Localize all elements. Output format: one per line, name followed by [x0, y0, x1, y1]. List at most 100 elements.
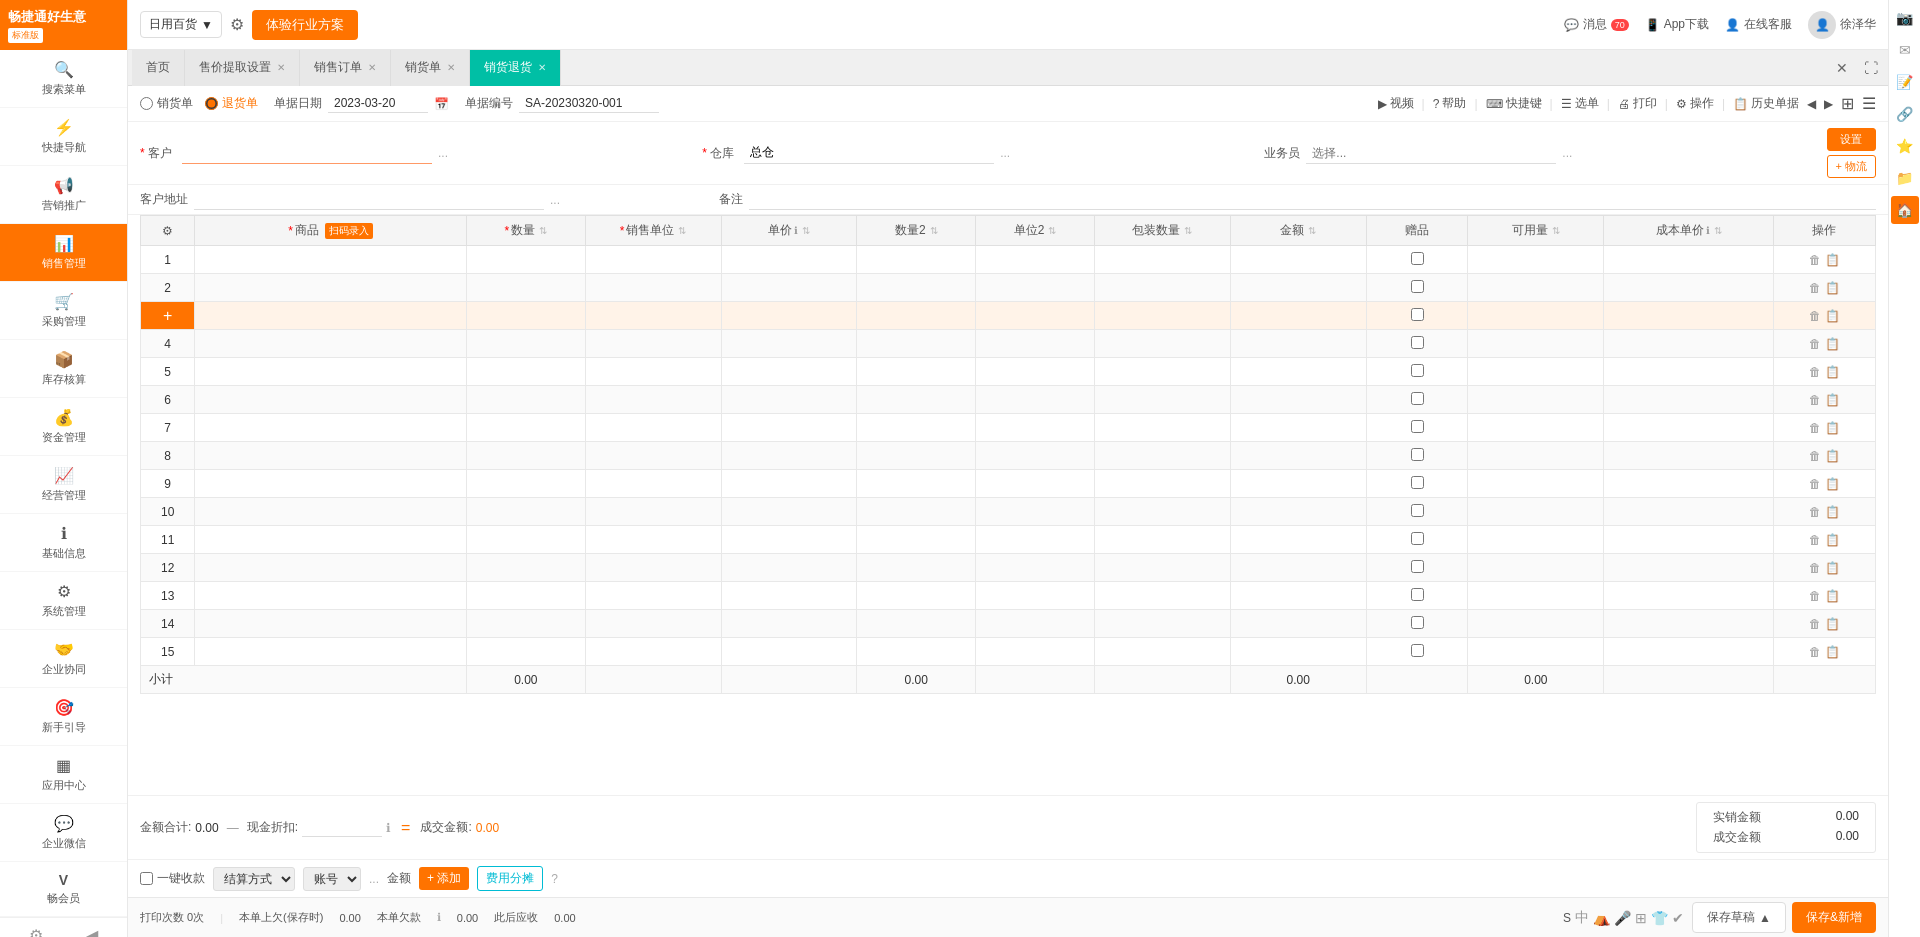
add-payment-button[interactable]: + 添加	[419, 867, 469, 890]
a9[interactable]	[1230, 470, 1366, 498]
tab-sales-return[interactable]: 销货退货 ✕	[470, 50, 561, 86]
unit-input-1[interactable]	[590, 253, 717, 267]
expense-split-button[interactable]: 费用分摊	[477, 866, 543, 891]
del8[interactable]: 🗑	[1809, 449, 1821, 463]
cpy13[interactable]: 📋	[1825, 589, 1840, 603]
cpy11[interactable]: 📋	[1825, 533, 1840, 547]
gift-cell-7[interactable]	[1366, 414, 1468, 442]
date-input[interactable]	[328, 94, 428, 113]
del6[interactable]: 🗑	[1809, 393, 1821, 407]
tab-sales-order[interactable]: 销售订单 ✕	[300, 50, 391, 86]
pr10[interactable]	[721, 498, 857, 526]
gift-checkbox-12[interactable]	[1411, 560, 1424, 573]
account-dots[interactable]: ...	[369, 872, 379, 886]
q26[interactable]	[857, 386, 976, 414]
gift-checkbox-3[interactable]	[1411, 308, 1424, 321]
a14[interactable]	[1230, 610, 1366, 638]
sidebar-collapse-icon[interactable]: ◀	[86, 926, 98, 937]
q4[interactable]	[466, 330, 585, 358]
gift-checkbox-7[interactable]	[1411, 420, 1424, 433]
pkg4[interactable]	[1095, 330, 1231, 358]
sidebar-item-wechat[interactable]: 💬 企业微信	[0, 804, 127, 862]
sidebar-item-basic-info[interactable]: ℹ 基础信息	[0, 514, 127, 572]
price-input-1[interactable]	[726, 253, 853, 267]
sidebar-item-app-center[interactable]: ▦ 应用中心	[0, 746, 127, 804]
a5[interactable]	[1230, 358, 1366, 386]
account-select[interactable]: 账号	[303, 867, 361, 891]
tab-sales-order-close[interactable]: ✕	[368, 62, 376, 73]
del14[interactable]: 🗑	[1809, 617, 1821, 631]
product-cell-3[interactable]	[195, 302, 467, 330]
message-center[interactable]: 💬 消息 70	[1564, 16, 1629, 33]
unit2-cell-1[interactable]	[976, 246, 1095, 274]
bottom-icon-6[interactable]: ✔	[1672, 910, 1684, 926]
product-cell-1[interactable]	[195, 246, 467, 274]
q5[interactable]	[466, 358, 585, 386]
pr8[interactable]	[721, 442, 857, 470]
th-settings[interactable]: ⚙	[141, 216, 195, 246]
p15[interactable]	[195, 638, 467, 666]
gift-cell-1[interactable]	[1366, 246, 1468, 274]
sidebar-item-operations[interactable]: 📈 经营管理	[0, 456, 127, 514]
th-unit2-sort[interactable]: ⇅	[1048, 225, 1056, 236]
right-panel-btn-4[interactable]: 🔗	[1891, 100, 1919, 128]
sidebar-item-inventory[interactable]: 📦 库存核算	[0, 340, 127, 398]
q6[interactable]	[466, 386, 585, 414]
cpy15[interactable]: 📋	[1825, 645, 1840, 659]
q215[interactable]	[857, 638, 976, 666]
cpy6[interactable]: 📋	[1825, 393, 1840, 407]
unit2-input-1[interactable]	[980, 253, 1090, 267]
debt-info-icon[interactable]: ℹ	[437, 911, 441, 924]
right-panel-btn-5[interactable]: ⭐	[1891, 132, 1919, 160]
gift-checkbox-9[interactable]	[1411, 476, 1424, 489]
u213[interactable]	[976, 582, 1095, 610]
address-dots[interactable]: ...	[550, 193, 560, 207]
u6[interactable]	[585, 386, 721, 414]
tab-sales[interactable]: 销货单 ✕	[391, 50, 470, 86]
bottom-icon-4[interactable]: ⊞	[1635, 910, 1647, 926]
pkg6[interactable]	[1095, 386, 1231, 414]
cpy4[interactable]: 📋	[1825, 337, 1840, 351]
u7[interactable]	[585, 414, 721, 442]
pkg13[interactable]	[1095, 582, 1231, 610]
sidebar-item-system[interactable]: ⚙ 系统管理	[0, 572, 127, 630]
a12[interactable]	[1230, 554, 1366, 582]
u9[interactable]	[585, 470, 721, 498]
product-input-2[interactable]	[199, 281, 462, 295]
a15[interactable]	[1230, 638, 1366, 666]
u15[interactable]	[585, 638, 721, 666]
pkg-cell-1[interactable]	[1095, 246, 1231, 274]
gift-cell-8[interactable]	[1366, 442, 1468, 470]
sidebar-item-sales[interactable]: 📊 销售管理	[0, 224, 127, 282]
next-record[interactable]: ▶	[1824, 97, 1833, 111]
price-cell-1[interactable]	[721, 246, 857, 274]
amount-input-1[interactable]	[1235, 253, 1362, 267]
save-draft-button[interactable]: 保存草稿 ▲	[1692, 902, 1786, 933]
gift-cell-13[interactable]	[1366, 582, 1468, 610]
u211[interactable]	[976, 526, 1095, 554]
delete-icon-1[interactable]: 🗑	[1809, 253, 1821, 267]
cpy5[interactable]: 📋	[1825, 365, 1840, 379]
q25[interactable]	[857, 358, 976, 386]
sidebar-item-quick-nav[interactable]: ⚡ 快捷导航	[0, 108, 127, 166]
radio-sale[interactable]: 销货单	[140, 95, 193, 112]
gift-checkbox-1[interactable]	[1411, 252, 1424, 265]
p5[interactable]	[195, 358, 467, 386]
unit-cell-1[interactable]	[585, 246, 721, 274]
a7[interactable]	[1230, 414, 1366, 442]
p12[interactable]	[195, 554, 467, 582]
p11[interactable]	[195, 526, 467, 554]
th-unit-sort[interactable]: ⇅	[678, 225, 686, 236]
pr12[interactable]	[721, 554, 857, 582]
u29[interactable]	[976, 470, 1095, 498]
a4[interactable]	[1230, 330, 1366, 358]
radio-return[interactable]: 退货单	[205, 95, 258, 112]
pr9[interactable]	[721, 470, 857, 498]
pkg9[interactable]	[1095, 470, 1231, 498]
th-pkg-sort[interactable]: ⇅	[1184, 225, 1192, 236]
one-click-payment-checkbox[interactable]	[140, 872, 153, 885]
gift-cell-14[interactable]	[1366, 610, 1468, 638]
q212[interactable]	[857, 554, 976, 582]
pr15[interactable]	[721, 638, 857, 666]
p14[interactable]	[195, 610, 467, 638]
